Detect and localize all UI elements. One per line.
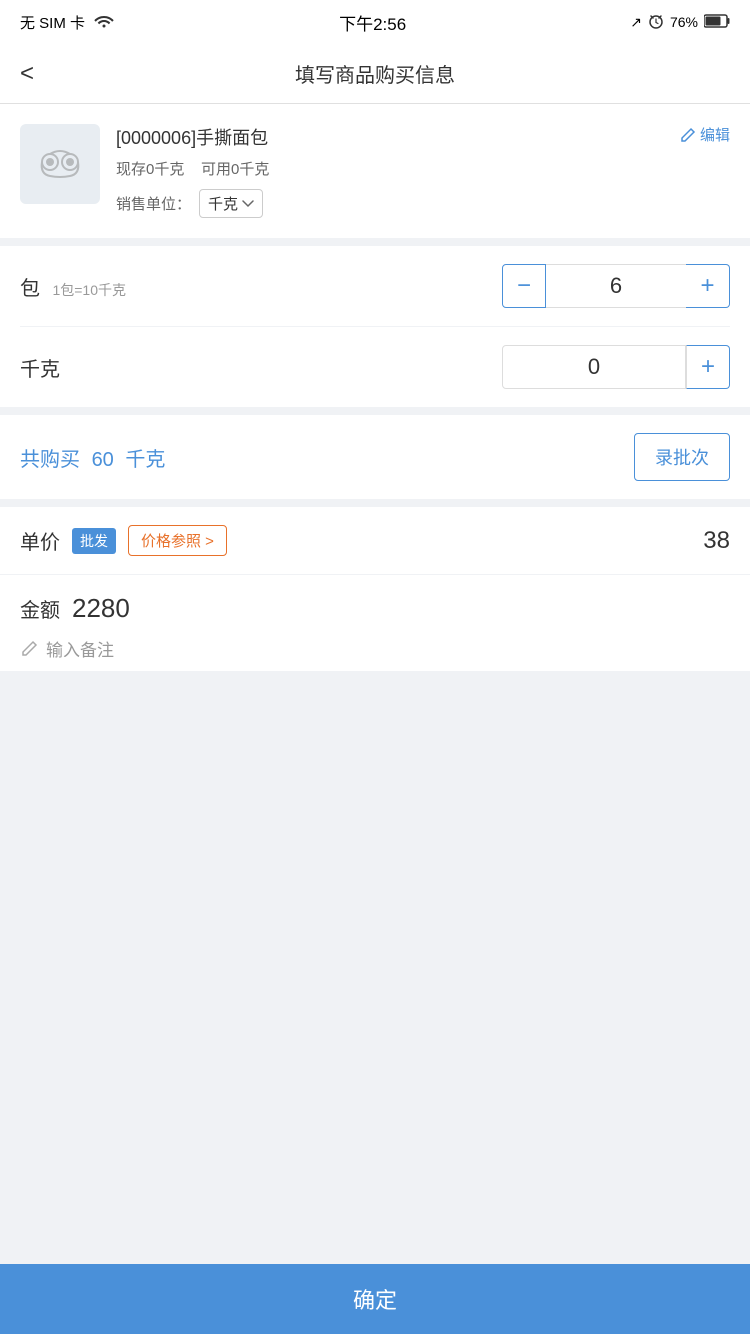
- battery-text: 76%: [670, 14, 698, 30]
- product-thumbnail: [20, 124, 100, 204]
- bao-label-group: 包 1包=10千克: [20, 272, 126, 301]
- wifi-icon: [93, 12, 115, 32]
- price-label: 单价: [20, 526, 60, 555]
- unit-dropdown[interactable]: 千克: [199, 189, 263, 218]
- summary-section: 共购买 60 千克 录批次: [0, 415, 750, 507]
- carrier-text: 无 SIM 卡: [20, 12, 85, 33]
- product-card: [0000006]手撕面包 编辑 现存0千克 可用0千克 销售单位： 千克: [0, 104, 750, 246]
- price-value: 38: [703, 527, 730, 555]
- gray-area: [0, 671, 750, 1264]
- kg-quantity-input[interactable]: [502, 345, 686, 389]
- amount-section: 金额 2280 输入备注: [0, 575, 750, 671]
- status-bar: 无 SIM 卡 下午2:56 ↗ 76%: [0, 0, 750, 44]
- price-section: 单价 批发 价格参照 > 38: [0, 507, 750, 575]
- bao-decrement-button[interactable]: −: [502, 264, 546, 308]
- page-title: 填写商品购买信息: [295, 59, 455, 88]
- pencil-icon: [20, 640, 38, 658]
- product-unit-row: 销售单位： 千克: [116, 189, 730, 218]
- kg-label: 千克: [20, 353, 60, 382]
- kg-quantity-row: 千克 +: [20, 327, 730, 407]
- product-info: [0000006]手撕面包 编辑 现存0千克 可用0千克 销售单位： 千克: [116, 124, 730, 218]
- amount-label: 金额: [20, 594, 60, 623]
- bao-increment-button[interactable]: +: [686, 264, 730, 308]
- product-top-row: [0000006]手撕面包 编辑: [116, 124, 730, 158]
- status-right: ↗ 76%: [630, 13, 730, 32]
- edit-button[interactable]: 编辑: [680, 124, 730, 145]
- dropdown-arrow-icon: [242, 200, 254, 208]
- bao-hint: 1包=10千克: [52, 282, 126, 298]
- product-stock: 现存0千克 可用0千克: [116, 158, 730, 179]
- record-batch-button[interactable]: 录批次: [634, 433, 730, 481]
- bao-controls: − +: [502, 264, 730, 308]
- note-row[interactable]: 输入备注: [20, 636, 730, 661]
- quantity-section: 包 1包=10千克 − + 千克 +: [0, 246, 750, 415]
- confirm-button[interactable]: 确定: [0, 1264, 750, 1334]
- price-reference-button[interactable]: 价格参照 >: [128, 525, 227, 556]
- battery-icon: [704, 14, 730, 31]
- kg-increment-button[interactable]: +: [686, 345, 730, 389]
- kg-controls: +: [502, 345, 730, 389]
- bao-label: 包: [20, 278, 40, 300]
- bao-quantity-row: 包 1包=10千克 − +: [20, 246, 730, 327]
- note-placeholder[interactable]: 输入备注: [46, 636, 114, 661]
- price-type-tag: 批发: [72, 528, 116, 554]
- nav-bar: < 填写商品购买信息: [0, 44, 750, 104]
- amount-value: 2280: [72, 593, 130, 624]
- product-name: [0000006]手撕面包: [116, 124, 268, 150]
- status-left: 无 SIM 卡: [20, 12, 115, 33]
- status-time: 下午2:56: [339, 10, 406, 35]
- location-icon: ↗: [630, 14, 642, 31]
- alarm-icon: [648, 13, 664, 32]
- bao-quantity-input[interactable]: [546, 264, 686, 308]
- back-button[interactable]: <: [20, 60, 34, 88]
- edit-icon: [680, 127, 696, 143]
- amount-row: 金额 2280: [20, 593, 730, 624]
- summary-text: 共购买 60 千克: [20, 443, 165, 472]
